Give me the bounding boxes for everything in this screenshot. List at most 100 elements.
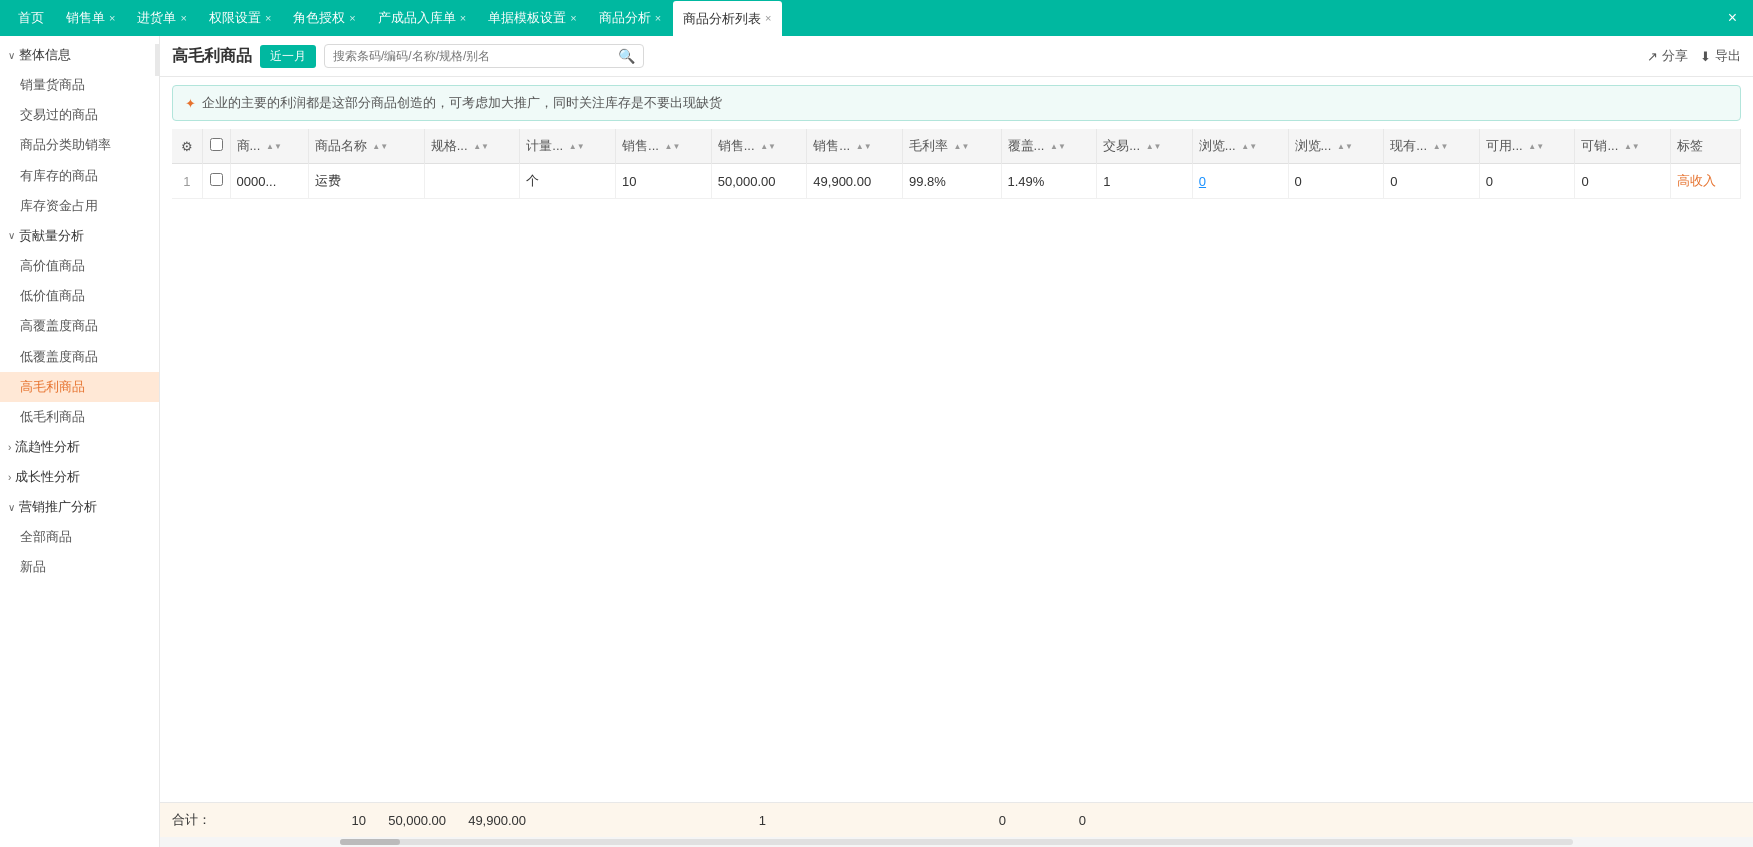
col-tag[interactable]: 标签 bbox=[1671, 129, 1741, 164]
tab-analysis[interactable]: 商品分析 × bbox=[589, 4, 671, 32]
col-spec[interactable]: 规格... ▲▼ bbox=[424, 129, 520, 164]
tab-analysis-list[interactable]: 商品分析列表 × bbox=[673, 1, 781, 37]
sidebar-collapse-button[interactable]: 《 bbox=[155, 44, 160, 76]
sort-icon[interactable]: ▲▼ bbox=[372, 142, 388, 151]
cell-checkbox[interactable] bbox=[202, 164, 230, 199]
sidebar: 《 ∨ 整体信息 销量货商品 交易过的商品 商品分类助销率 有库存的商品 库存资… bbox=[0, 36, 160, 847]
sidebar-item-high-value[interactable]: 高价值商品 bbox=[0, 251, 159, 281]
sort-icon[interactable]: ▲▼ bbox=[856, 142, 872, 151]
sidebar-group-marketing[interactable]: ∨ 营销推广分析 bbox=[0, 492, 159, 522]
cell-unit: 个 bbox=[520, 164, 616, 199]
sidebar-item-stock-capital[interactable]: 库存资金占用 bbox=[0, 191, 159, 221]
col-gross-margin[interactable]: 毛利率 ▲▼ bbox=[902, 129, 1001, 164]
chevron-right-icon: › bbox=[8, 472, 11, 483]
sort-icon[interactable]: ▲▼ bbox=[1241, 142, 1257, 151]
sort-icon[interactable]: ▲▼ bbox=[954, 142, 970, 151]
sort-icon[interactable]: ▲▼ bbox=[1624, 142, 1640, 151]
select-all-checkbox[interactable] bbox=[210, 138, 223, 151]
close-icon[interactable]: × bbox=[765, 13, 771, 24]
sidebar-group-trend[interactable]: › 流趋性分析 bbox=[0, 432, 159, 462]
sort-icon[interactable]: ▲▼ bbox=[664, 142, 680, 151]
sidebar-item-low-margin[interactable]: 低毛利商品 bbox=[0, 402, 159, 432]
tab-home[interactable]: 首页 bbox=[8, 4, 54, 32]
tab-purchase[interactable]: 进货单 × bbox=[127, 4, 196, 32]
col-coverage[interactable]: 覆盖... ▲▼ bbox=[1001, 129, 1097, 164]
col-available[interactable]: 可用... ▲▼ bbox=[1479, 129, 1575, 164]
table-row: 1 0000... 运费 个 10 50,000.00 49,900.00 99… bbox=[172, 164, 1741, 199]
col-sale-amount[interactable]: 销售... ▲▼ bbox=[711, 129, 807, 164]
sort-icon[interactable]: ▲▼ bbox=[1050, 142, 1066, 151]
time-filter-button[interactable]: 近一月 bbox=[260, 45, 316, 68]
footer-label: 合计： bbox=[172, 811, 292, 829]
sidebar-item-category-rate[interactable]: 商品分类助销率 bbox=[0, 130, 159, 160]
sidebar-item-low-value[interactable]: 低价值商品 bbox=[0, 281, 159, 311]
footer-transaction: 1 bbox=[692, 813, 772, 828]
sort-icon[interactable]: ▲▼ bbox=[1337, 142, 1353, 151]
close-icon[interactable]: × bbox=[349, 13, 355, 24]
sidebar-item-high-margin[interactable]: 高毛利商品 bbox=[0, 372, 159, 402]
cell-coverage: 1.49% bbox=[1001, 164, 1097, 199]
cell-available: 0 bbox=[1479, 164, 1575, 199]
sidebar-item-low-coverage[interactable]: 低覆盖度商品 bbox=[0, 342, 159, 372]
close-icon[interactable]: × bbox=[180, 13, 186, 24]
col-name[interactable]: 商品名称 ▲▼ bbox=[308, 129, 424, 164]
close-icon[interactable]: × bbox=[265, 13, 271, 24]
cell-view2: 0 bbox=[1288, 164, 1384, 199]
sidebar-group-growth[interactable]: › 成长性分析 bbox=[0, 462, 159, 492]
sort-icon[interactable]: ▲▼ bbox=[1433, 142, 1449, 151]
chevron-right-icon: › bbox=[8, 442, 11, 453]
col-sale-qty[interactable]: 销售... ▲▼ bbox=[616, 129, 712, 164]
col-checkbox[interactable] bbox=[202, 129, 230, 164]
sort-icon[interactable]: ▲▼ bbox=[760, 142, 776, 151]
cell-stock: 0 bbox=[1384, 164, 1480, 199]
col-salable[interactable]: 可销... ▲▼ bbox=[1575, 129, 1671, 164]
scroll-thumb[interactable] bbox=[340, 839, 400, 845]
sidebar-item-stocked-goods[interactable]: 有库存的商品 bbox=[0, 161, 159, 191]
search-icon[interactable]: 🔍 bbox=[618, 48, 635, 64]
footer-cells: 10 50,000.00 49,900.00 1 0 0 bbox=[292, 813, 1741, 828]
sort-icon[interactable]: ▲▼ bbox=[1528, 142, 1544, 151]
tab-product-inbound[interactable]: 产成品入库单 × bbox=[368, 4, 476, 32]
window-close-icon[interactable]: × bbox=[1720, 9, 1745, 27]
sidebar-group-overall[interactable]: ∨ 整体信息 bbox=[0, 40, 159, 70]
close-icon[interactable]: × bbox=[109, 13, 115, 24]
sidebar-group-contribution[interactable]: ∨ 贡献量分析 bbox=[0, 221, 159, 251]
col-code[interactable]: 商... ▲▼ bbox=[230, 129, 308, 164]
tab-template[interactable]: 单据模板设置 × bbox=[478, 4, 586, 32]
col-view2[interactable]: 浏览... ▲▼ bbox=[1288, 129, 1384, 164]
col-transaction[interactable]: 交易... ▲▼ bbox=[1097, 129, 1193, 164]
export-button[interactable]: ⬇ 导出 bbox=[1700, 47, 1741, 65]
cell-view1[interactable]: 0 bbox=[1192, 164, 1288, 199]
tab-permission[interactable]: 权限设置 × bbox=[199, 4, 281, 32]
footer-empty3 bbox=[772, 813, 852, 828]
sort-icon[interactable]: ▲▼ bbox=[1146, 142, 1162, 151]
cell-sale-amount: 50,000.00 bbox=[711, 164, 807, 199]
col-settings[interactable]: ⚙ bbox=[172, 129, 202, 164]
footer-total: 合计： 10 50,000.00 49,900.00 1 0 0 bbox=[160, 802, 1753, 837]
tab-sales[interactable]: 销售单 × bbox=[56, 4, 125, 32]
sort-icon[interactable]: ▲▼ bbox=[569, 142, 585, 151]
share-button[interactable]: ↗ 分享 bbox=[1647, 47, 1688, 65]
data-table: ⚙ 商... ▲▼ 商品名称 ▲▼ bbox=[172, 129, 1741, 199]
col-stock[interactable]: 现有... ▲▼ bbox=[1384, 129, 1480, 164]
close-icon[interactable]: × bbox=[460, 13, 466, 24]
sidebar-item-new-goods[interactable]: 新品 bbox=[0, 552, 159, 582]
tab-role[interactable]: 角色授权 × bbox=[283, 4, 365, 32]
sort-icon[interactable]: ▲▼ bbox=[266, 142, 282, 151]
sidebar-item-high-coverage[interactable]: 高覆盖度商品 bbox=[0, 311, 159, 341]
col-unit[interactable]: 计量... ▲▼ bbox=[520, 129, 616, 164]
horizontal-scrollbar[interactable] bbox=[160, 837, 1753, 847]
col-view1[interactable]: 浏览... ▲▼ bbox=[1192, 129, 1288, 164]
search-input[interactable] bbox=[333, 49, 614, 63]
cell-spec bbox=[424, 164, 520, 199]
sidebar-item-all-goods[interactable]: 全部商品 bbox=[0, 522, 159, 552]
col-sale-profit[interactable]: 销售... ▲▼ bbox=[807, 129, 903, 164]
sidebar-item-sales-goods[interactable]: 销量货商品 bbox=[0, 70, 159, 100]
close-icon[interactable]: × bbox=[655, 13, 661, 24]
sort-icon[interactable]: ▲▼ bbox=[473, 142, 489, 151]
close-icon[interactable]: × bbox=[570, 13, 576, 24]
row-checkbox[interactable] bbox=[210, 173, 223, 186]
main-layout: 《 ∨ 整体信息 销量货商品 交易过的商品 商品分类助销率 有库存的商品 库存资… bbox=[0, 36, 1753, 847]
sidebar-item-traded-goods[interactable]: 交易过的商品 bbox=[0, 100, 159, 130]
cell-gross-margin: 99.8% bbox=[902, 164, 1001, 199]
